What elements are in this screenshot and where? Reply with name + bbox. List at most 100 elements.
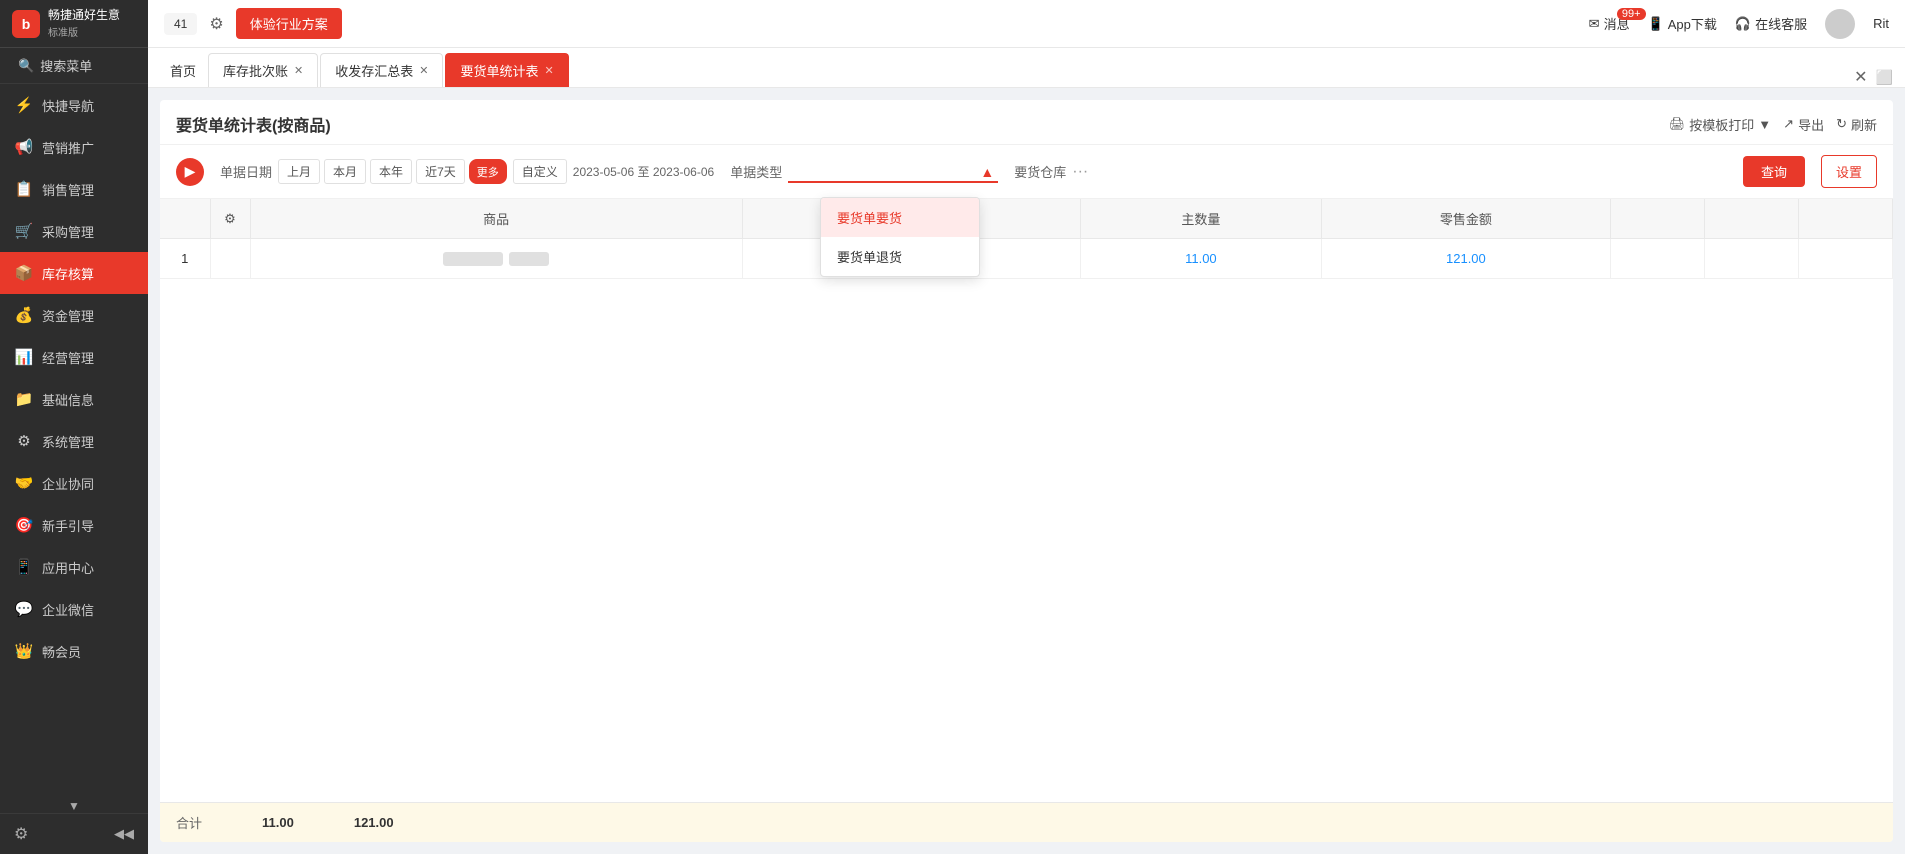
sidebar-item-purchase[interactable]: 🛒 采购管理 [0, 210, 148, 252]
sidebar-item-label: 资金管理 [42, 306, 94, 325]
system-icon: ⚙ [14, 431, 34, 451]
data-table: ⚙ 商品 主计量单位 主数量 零售金额 1 [160, 199, 1893, 279]
app-label: App下载 [1668, 14, 1717, 33]
sidebar-item-marketing[interactable]: 📢 营销推广 [0, 126, 148, 168]
tab-close-icon[interactable]: ✕ [545, 64, 554, 77]
dropdown-item-purchase[interactable]: 要货单要货 [821, 198, 979, 237]
sidebar-item-system[interactable]: ⚙ 系统管理 [0, 420, 148, 462]
logo-icon: b [12, 10, 40, 38]
topbar-app-download[interactable]: 📱 App下载 [1648, 14, 1717, 33]
topbar-gear-icon[interactable]: ⚙ [209, 14, 223, 34]
page-content: 要货单统计表(按商品) 🖨 按模板打印 ▼ ↗ 导出 ↻ 刷新 [148, 88, 1905, 854]
message-icon: ✉ [1589, 16, 1600, 32]
sidebar-search[interactable]: 🔍 搜索菜单 [0, 48, 148, 84]
main-content: 41 ⚙ 体验行业方案 ✉ 消息 99+ 📱 App下载 🎧 在线客服 Rit [148, 0, 1905, 854]
trial-btn[interactable]: 体验行业方案 [236, 8, 342, 39]
warehouse-label: 要货仓库 [1014, 162, 1066, 181]
custom-date-btn[interactable]: 自定义 [513, 159, 567, 184]
topbar-service[interactable]: 🎧 在线客服 [1735, 14, 1807, 33]
page-header: 要货单统计表(按商品) 🖨 按模板打印 ▼ ↗ 导出 ↻ 刷新 [160, 100, 1893, 145]
dropdown-item-return[interactable]: 要货单退货 [821, 237, 979, 276]
sidebar-nav: ⚡ 快捷导航 📢 营销推广 📋 销售管理 🛒 采购管理 📦 库存核算 💰 资金管… [0, 84, 148, 799]
sidebar-item-appstore[interactable]: 📱 应用中心 [0, 546, 148, 588]
sidebar-item-label: 销售管理 [42, 180, 94, 199]
sidebar-item-enterprise[interactable]: 🤝 企业协同 [0, 462, 148, 504]
operation-icon: 📊 [14, 347, 34, 367]
expand-icon: ▶ [185, 163, 196, 180]
enterprise-icon: 🤝 [14, 473, 34, 493]
window-max-icon[interactable]: ⬜ [1876, 69, 1893, 86]
sidebar-item-guide[interactable]: 🎯 新手引导 [0, 504, 148, 546]
date-label: 单据日期 [220, 162, 272, 181]
refresh-btn[interactable]: ↻ 刷新 [1836, 115, 1877, 134]
topbar: 41 ⚙ 体验行业方案 ✉ 消息 99+ 📱 App下载 🎧 在线客服 Rit [148, 0, 1905, 48]
th-settings[interactable]: ⚙ [210, 199, 250, 239]
settings-btn[interactable]: 设置 [1821, 155, 1877, 188]
sidebar-scroll-down[interactable]: ▼ [0, 799, 148, 813]
product-cell [263, 252, 730, 266]
prev-month-btn[interactable]: 上月 [278, 159, 320, 184]
sidebar-item-inventory[interactable]: 📦 库存核算 [0, 252, 148, 294]
tab-label: 要货单统计表 [460, 61, 538, 80]
th-extra1 [1611, 199, 1705, 239]
tab-label: 收发存汇总表 [335, 61, 413, 80]
topbar-message[interactable]: ✉ 消息 99+ [1589, 14, 1630, 33]
tabs-right-actions: ✕ ⬜ [1854, 67, 1893, 87]
th-seq [160, 199, 210, 239]
finance-icon: 💰 [14, 305, 34, 325]
print-btn[interactable]: 🖨 按模板打印 ▼ [1669, 115, 1771, 134]
tab-home[interactable]: 首页 [160, 53, 206, 87]
quick-nav-icon: ⚡ [14, 95, 34, 115]
tab-close-icon[interactable]: ✕ [419, 64, 428, 77]
dropdown-item-label: 要货单要货 [837, 211, 902, 226]
username[interactable]: Rit [1873, 16, 1889, 31]
sidebar-item-member[interactable]: 👑 畅会员 [0, 630, 148, 672]
sidebar-item-finance[interactable]: 💰 资金管理 [0, 294, 148, 336]
wechat-icon: 💬 [14, 599, 34, 619]
filter-expand-btn[interactable]: ▶ [176, 158, 204, 186]
sidebar-item-basic[interactable]: 📁 基础信息 [0, 378, 148, 420]
tab-order-stat[interactable]: 要货单统计表 ✕ [445, 53, 568, 87]
export-btn[interactable]: ↗ 导出 [1783, 115, 1824, 134]
type-select-input[interactable] [788, 160, 998, 183]
this-month-btn[interactable]: 本月 [324, 159, 366, 184]
footer-total-label: 合计 [176, 813, 202, 832]
warehouse-more-icon[interactable]: ··· [1072, 163, 1088, 181]
sidebar-item-sales[interactable]: 📋 销售管理 [0, 168, 148, 210]
refresh-label: 刷新 [1851, 115, 1877, 134]
search-icon: 🔍 [18, 58, 34, 74]
page-card: 要货单统计表(按商品) 🖨 按模板打印 ▼ ↗ 导出 ↻ 刷新 [160, 100, 1893, 842]
inventory-icon: 📦 [14, 263, 34, 283]
this-year-btn[interactable]: 本年 [370, 159, 412, 184]
footer-qty: 11.00 [262, 815, 294, 830]
topbar-number: 41 [164, 13, 197, 35]
column-settings-icon[interactable]: ⚙ [224, 211, 236, 226]
tab-close-icon[interactable]: ✕ [294, 64, 303, 77]
sidebar-item-label: 基础信息 [42, 390, 94, 409]
sidebar-item-wechat[interactable]: 💬 企业微信 [0, 588, 148, 630]
window-close-icon[interactable]: ✕ [1854, 67, 1867, 87]
marketing-icon: 📢 [14, 137, 34, 157]
sidebar-item-operation[interactable]: 📊 经营管理 [0, 336, 148, 378]
type-filter-group: 单据类型 ▲ [730, 160, 998, 183]
product-name-placeholder [443, 252, 503, 266]
th-product: 商品 [250, 199, 742, 239]
more-btn[interactable]: 更多 [469, 159, 507, 184]
print-arrow-icon: ▼ [1758, 117, 1771, 132]
product-code-placeholder [509, 252, 549, 266]
user-avatar[interactable] [1825, 9, 1855, 39]
sidebar-settings-icon[interactable]: ⚙ [14, 824, 28, 844]
sidebar-bottom: ⚙ ◀◀ [0, 813, 148, 854]
query-btn[interactable]: 查询 [1743, 156, 1805, 187]
page-header-actions: 🖨 按模板打印 ▼ ↗ 导出 ↻ 刷新 [1669, 115, 1877, 134]
tab-label: 库存批次账 [223, 61, 288, 80]
type-label: 单据类型 [730, 162, 782, 181]
tab-inventory-batch[interactable]: 库存批次账 ✕ [208, 53, 318, 87]
export-label: 导出 [1798, 115, 1824, 134]
type-select-arrow-icon[interactable]: ▲ [980, 164, 994, 180]
sidebar-collapse-btn[interactable]: ◀◀ [114, 826, 134, 842]
tab-recv-summary[interactable]: 收发存汇总表 ✕ [320, 53, 443, 87]
sidebar-item-quick-nav[interactable]: ⚡ 快捷导航 [0, 84, 148, 126]
last7-btn[interactable]: 近7天 [416, 159, 465, 184]
dropdown-item-label: 要货单退货 [837, 250, 902, 265]
